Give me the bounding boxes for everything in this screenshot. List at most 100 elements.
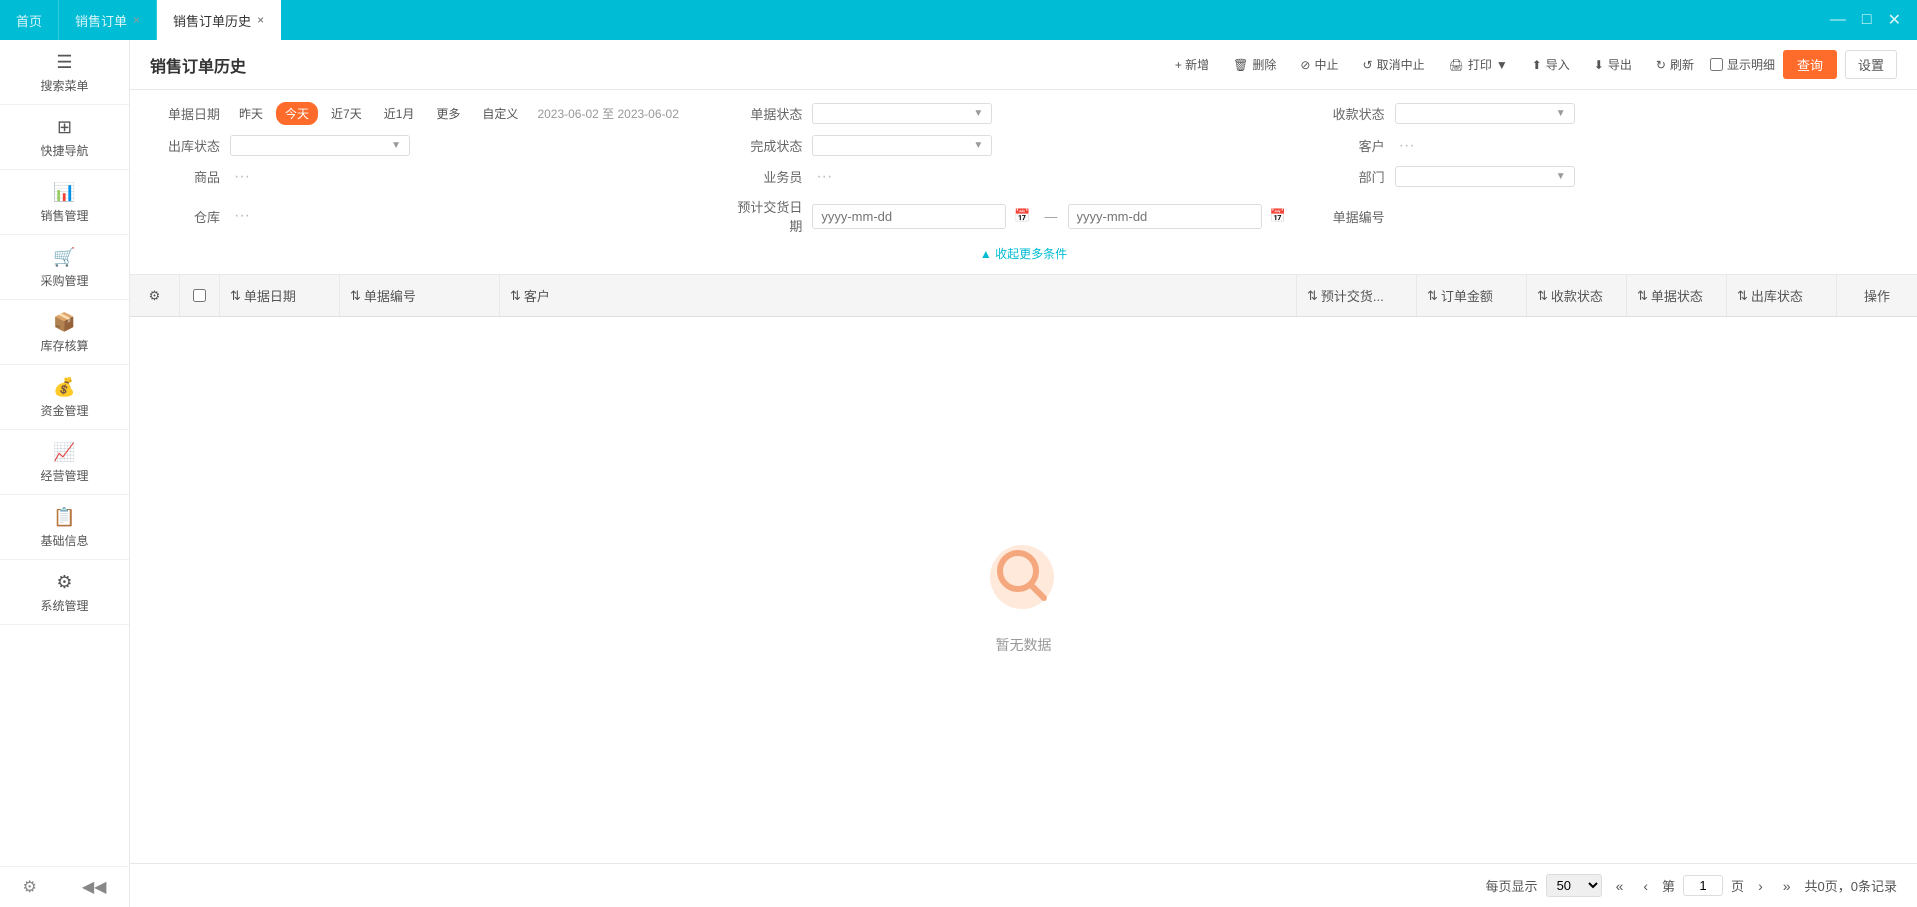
header-actions: + 新增 🗑 删除 ⊘ 中止 ↺ 取消中止 🖨 打印 ▼ [1167,50,1897,79]
pill-yesterday[interactable]: 昨天 [230,102,272,125]
th-operation: 操作 [1837,275,1917,316]
tab-sales-history[interactable]: 销售订单历史 × [157,0,281,40]
th-bill-status[interactable]: ⇅ 单据状态 [1627,275,1727,316]
export-button[interactable]: ⬇ 导出 [1586,52,1640,77]
pill-more[interactable]: 更多 [427,102,469,125]
complete-status-arrow-icon: ▼ [973,140,983,151]
sidebar-collapse-icon[interactable]: ◀◀ [82,877,107,897]
th-recv-status[interactable]: ⇅ 收款状态 [1527,275,1627,316]
ops-icon: 📈 [53,442,75,463]
query-button[interactable]: 查询 [1783,50,1837,79]
tab-sales-order-close[interactable]: × [133,13,140,27]
tab-home[interactable]: 首页 [0,0,59,40]
delivery-end-input[interactable] [1068,204,1262,229]
prev-page-button[interactable]: ‹ [1637,876,1654,896]
sidebar-item-purchase[interactable]: 🛒 采购管理 [0,235,129,300]
filter-col-date: 单据日期 昨天 今天 近7天 近1月 更多 自定义 2023-06-02 至 2… [150,102,732,125]
topbar-close-icon[interactable]: ✕ [1884,6,1905,34]
pill-today[interactable]: 今天 [276,102,318,125]
tab-sales-order[interactable]: 销售订单 × [59,0,157,40]
sidebar-item-inventory[interactable]: 📦 库存核算 [0,300,129,365]
per-page-select[interactable]: 50 100 200 [1546,874,1602,897]
total-records: 共0页，0条记录 [1805,876,1897,895]
docno-label: 单据编号 [1315,207,1395,226]
print-button[interactable]: 🖨 打印 ▼ [1441,52,1516,77]
th-settings[interactable]: ⚙ [130,275,180,316]
delivery-control: 📅 — 📅 [812,204,1314,229]
page-number-input[interactable] [1683,875,1723,896]
filter-col-goods: 商品 ··· [150,167,732,186]
last-page-button[interactable]: » [1777,876,1797,896]
page-suffix: 页 [1731,876,1744,895]
sidebar-item-search[interactable]: ☰ 搜索菜单 [0,40,129,105]
th-customer[interactable]: ⇅ 客户 [500,275,1297,316]
topbar-maximize-icon[interactable]: □ [1858,7,1876,33]
new-button[interactable]: + 新增 [1167,52,1217,77]
customer-label: 客户 [1315,136,1395,155]
complete-status-select[interactable]: ▼ [812,135,992,156]
goods-dots[interactable]: ··· [230,168,254,186]
tab-sales-history-close[interactable]: × [257,13,264,27]
bill-status-control: ▼ [812,103,1314,124]
date-label: 单据日期 [150,104,230,123]
table-header: ⚙ ⇅ 单据日期 ⇅ 单据编号 ⇅ 客户 ⇅ 预计交货. [130,275,1917,317]
finance-icon: 💰 [53,377,75,398]
display-detail-input[interactable] [1710,58,1723,71]
sort-docno-icon: ⇅ [350,288,361,304]
sidebar-item-ops-label: 经营管理 [40,467,88,484]
display-detail-checkbox[interactable]: 显示明细 [1710,56,1775,73]
th-delivery[interactable]: ⇅ 预计交货... [1297,275,1417,316]
sidebar: ☰ 搜索菜单 ⊞ 快捷导航 📊 销售管理 🛒 采购管理 📦 库存核算 💰 资金管… [0,40,130,907]
th-amount[interactable]: ⇅ 订单金额 [1417,275,1527,316]
th-out-status[interactable]: ⇅ 出库状态 [1727,275,1837,316]
delivery-label: 预计交货日期 [732,197,812,235]
sidebar-item-basic[interactable]: 📋 基础信息 [0,495,129,560]
search-menu-icon: ☰ [56,52,72,73]
dept-select[interactable]: ▼ [1395,166,1575,187]
select-all-checkbox[interactable] [193,289,206,302]
quicknav-icon: ⊞ [57,117,72,138]
th-date[interactable]: ⇅ 单据日期 [220,275,340,316]
refresh-button[interactable]: ↻ 刷新 [1648,52,1702,77]
collapse-button[interactable]: ▲ 收起更多条件 [980,247,1067,261]
first-page-button[interactable]: « [1610,876,1630,896]
sidebar-item-search-label: 搜索菜单 [40,77,88,94]
print-icon: 🖨 [1449,58,1464,72]
out-status-arrow-icon: ▼ [391,140,401,151]
complete-status-control: ▼ [812,135,1314,156]
topbar-minimize-icon[interactable]: — [1826,7,1850,33]
recv-status-select[interactable]: ▼ [1395,103,1575,124]
sidebar-item-system[interactable]: ⚙ 系统管理 [0,560,129,625]
topbar: 首页 销售订单 × 销售订单历史 × — □ ✕ [0,0,1917,40]
delivery-start-input[interactable] [812,204,1006,229]
sidebar-item-sales[interactable]: 📊 销售管理 [0,170,129,235]
delete-button[interactable]: 🗑 删除 [1225,52,1284,77]
system-icon: ⚙ [56,572,72,593]
import-button[interactable]: ⬆ 导入 [1524,52,1578,77]
warehouse-dots[interactable]: ··· [230,207,254,225]
sidebar-item-ops[interactable]: 📈 经营管理 [0,430,129,495]
th-docno[interactable]: ⇅ 单据编号 [340,275,500,316]
next-page-button[interactable]: › [1752,876,1769,896]
cancel-stop-button[interactable]: ↺ 取消中止 [1355,52,1433,77]
sidebar-item-finance[interactable]: 💰 资金管理 [0,365,129,430]
salesman-dots[interactable]: ··· [812,168,836,186]
pill-7days[interactable]: 近7天 [322,102,371,125]
delivery-end-cal-icon[interactable]: 📅 [1266,208,1290,224]
out-status-select[interactable]: ▼ [230,135,410,156]
delivery-start-cal-icon[interactable]: 📅 [1010,208,1034,224]
main-layout: ☰ 搜索菜单 ⊞ 快捷导航 📊 销售管理 🛒 采购管理 📦 库存核算 💰 资金管… [0,40,1917,907]
sidebar-bottom: ⚙ ◀◀ [0,866,129,907]
customer-dots[interactable]: ··· [1395,137,1419,155]
stop-button[interactable]: ⊘ 中止 [1292,52,1346,77]
sidebar-settings-icon[interactable]: ⚙ [23,877,37,897]
pill-custom[interactable]: 自定义 [473,102,527,125]
sidebar-item-quicknav[interactable]: ⊞ 快捷导航 [0,105,129,170]
goods-label: 商品 [150,167,230,186]
settings-button[interactable]: 设置 [1845,50,1897,79]
bill-status-select[interactable]: ▼ [812,103,992,124]
purchase-icon: 🛒 [53,247,75,268]
filter-col-out-status: 出库状态 ▼ [150,135,732,156]
pill-1month[interactable]: 近1月 [375,102,424,125]
complete-status-label: 完成状态 [732,136,812,155]
